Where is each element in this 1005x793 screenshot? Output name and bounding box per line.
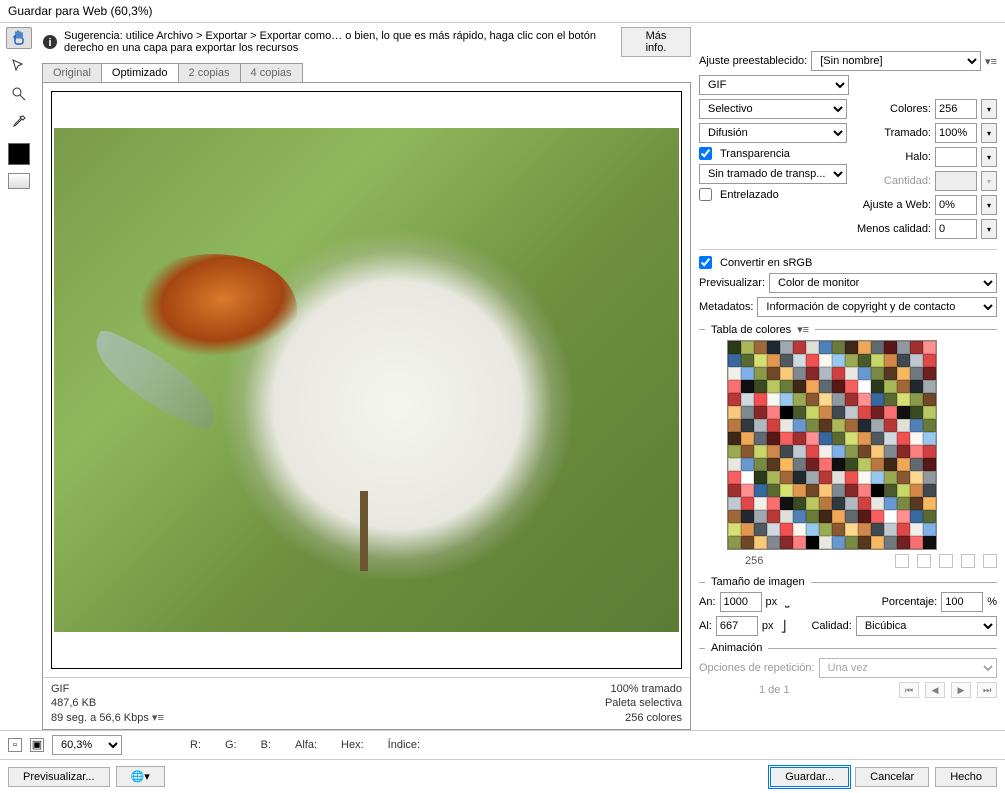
anim-next: ▶ (951, 682, 971, 698)
trans-amount-input (935, 171, 977, 191)
color-readouts: R:G:B: Alfa:Hex:Índice: (190, 739, 420, 751)
preview-tabs: Original Optimizado 2 copias 4 copias (42, 63, 691, 83)
metadata-label: Metadatos: (699, 301, 753, 313)
ct-icon-1[interactable] (895, 554, 909, 568)
transparency-dither-select[interactable]: Sin tramado de transp... (699, 164, 847, 184)
preset-label: Ajuste preestablecido: (699, 55, 807, 67)
colors-label: Colores: (890, 103, 931, 115)
tab-optimized[interactable]: Optimizado (101, 63, 179, 82)
websnap-stepper[interactable]: ▾ (981, 195, 997, 215)
ct-icon-2[interactable] (917, 554, 931, 568)
percent-input[interactable] (941, 592, 983, 612)
done-button[interactable]: Hecho (935, 767, 997, 787)
ct-icon-3[interactable] (939, 554, 953, 568)
trans-amount-label: Cantidad: (884, 175, 931, 187)
percent-unit: % (987, 596, 997, 608)
interlaced-label: Entrelazado (720, 189, 779, 201)
matte-label: Halo: (905, 151, 931, 163)
more-info-button[interactable]: Más info. (621, 27, 691, 57)
colortable-menu-icon[interactable]: ▾≡ (797, 323, 809, 336)
zoom-out-icon[interactable]: ▫ (8, 738, 22, 752)
slice-select-tool[interactable] (6, 55, 32, 77)
lossy-input[interactable] (935, 219, 977, 239)
svg-text:i: i (48, 37, 51, 49)
height-input[interactable] (716, 616, 758, 636)
frame-counter: 1 de 1 (759, 684, 790, 696)
height-label: Al: (699, 620, 712, 632)
slice-visibility-toggle[interactable] (8, 173, 30, 189)
websnap-input[interactable] (935, 195, 977, 215)
preset-select[interactable]: [Sin nombre] (811, 51, 981, 71)
websnap-label: Ajuste a Web: (863, 199, 931, 211)
trans-amount-stepper: ▾ (981, 171, 997, 191)
ct-icon-4[interactable] (961, 554, 975, 568)
tool-palette (0, 23, 38, 730)
loop-select: Una vez (819, 658, 997, 678)
colors-stepper[interactable]: ▾ (981, 99, 997, 119)
colortable-actions (895, 554, 997, 568)
color-count: 256 (745, 555, 763, 567)
preset-menu-icon[interactable]: ▾≡ (985, 55, 997, 68)
preview-profile-select[interactable]: Color de monitor (769, 273, 997, 293)
hand-tool[interactable] (6, 27, 32, 49)
anim-prev: ◀ (925, 682, 945, 698)
loop-label: Opciones de repetición: (699, 662, 815, 674)
lossy-stepper[interactable]: ▾ (981, 219, 997, 239)
constrain-link-bracket: ⎦ (777, 620, 789, 633)
tab-4up[interactable]: 4 copias (240, 63, 303, 82)
info-right: 100% tramado Paleta selectiva 256 colore… (605, 682, 682, 725)
srgb-label: Convertir en sRGB (720, 257, 812, 269)
bandwidth-menu-icon[interactable]: ▾≡ (152, 712, 164, 724)
preview-image (54, 128, 679, 632)
colors-input[interactable] (935, 99, 977, 119)
constrain-link-icon[interactable]: ⎵ (781, 596, 793, 609)
interlaced-checkbox[interactable] (699, 188, 712, 201)
matte-dropdown[interactable]: ▾ (981, 147, 997, 167)
browser-preview-button[interactable]: 🌐▾ (116, 766, 165, 787)
preview-button[interactable]: Previsualizar... (8, 767, 110, 787)
info-icon: i (42, 34, 58, 50)
width-label: An: (699, 596, 716, 608)
srgb-checkbox[interactable] (699, 256, 712, 269)
quality-select[interactable]: Bicúbica (856, 616, 997, 636)
anim-last: ⏭ (977, 682, 997, 698)
tip-text: Sugerencia: utilice Archivo > Exportar >… (64, 30, 615, 54)
color-reduction-select[interactable]: Selectivo (699, 99, 847, 119)
metadata-select[interactable]: Información de copyright y de contacto (757, 297, 997, 317)
eyedropper-color[interactable] (8, 143, 30, 165)
window-title: Guardar para Web (60,3%) (0, 0, 1005, 22)
zoom-select[interactable]: 60,3% (52, 735, 122, 755)
cancel-button[interactable]: Cancelar (855, 767, 929, 787)
tab-2up[interactable]: 2 copias (178, 63, 241, 82)
preview-canvas[interactable] (51, 91, 682, 669)
dither-stepper[interactable]: ▾ (981, 123, 997, 143)
settings-panel: Ajuste preestablecido: [Sin nombre] ▾≡ G… (695, 23, 1005, 730)
percent-label: Porcentaje: (882, 596, 938, 608)
transparency-checkbox[interactable] (699, 147, 712, 160)
px-unit-2: px (762, 620, 774, 632)
preview-profile-label: Previsualizar: (699, 277, 765, 289)
dither-amount-input[interactable] (935, 123, 977, 143)
animation-title: Animación (711, 642, 762, 654)
dither-amount-label: Tramado: (884, 127, 931, 139)
quality-label: Calidad: (811, 620, 851, 632)
ct-icon-5[interactable] (983, 554, 997, 568)
dither-method-select[interactable]: Difusión (699, 123, 847, 143)
lossy-label: Menos calidad: (857, 223, 931, 235)
anim-first: ⏮ (899, 682, 919, 698)
px-unit: px (766, 596, 778, 608)
transparency-label: Transparencia (720, 148, 790, 160)
tab-original[interactable]: Original (42, 63, 102, 82)
format-select[interactable]: GIF (699, 75, 849, 95)
width-input[interactable] (720, 592, 762, 612)
matte-input[interactable] (935, 147, 977, 167)
imagesize-title: Tamaño de imagen (711, 576, 805, 588)
zoom-in-icon[interactable]: ▣ (30, 738, 44, 752)
colortable-title: Tabla de colores (711, 324, 791, 336)
eyedropper-tool[interactable] (6, 111, 32, 133)
info-left: GIF 487,6 KB 89 seg. a 56,6 Kbps ▾≡ (51, 682, 164, 725)
color-table-grid[interactable] (727, 340, 937, 550)
save-button[interactable]: Guardar... (770, 767, 849, 787)
zoom-tool[interactable] (6, 83, 32, 105)
